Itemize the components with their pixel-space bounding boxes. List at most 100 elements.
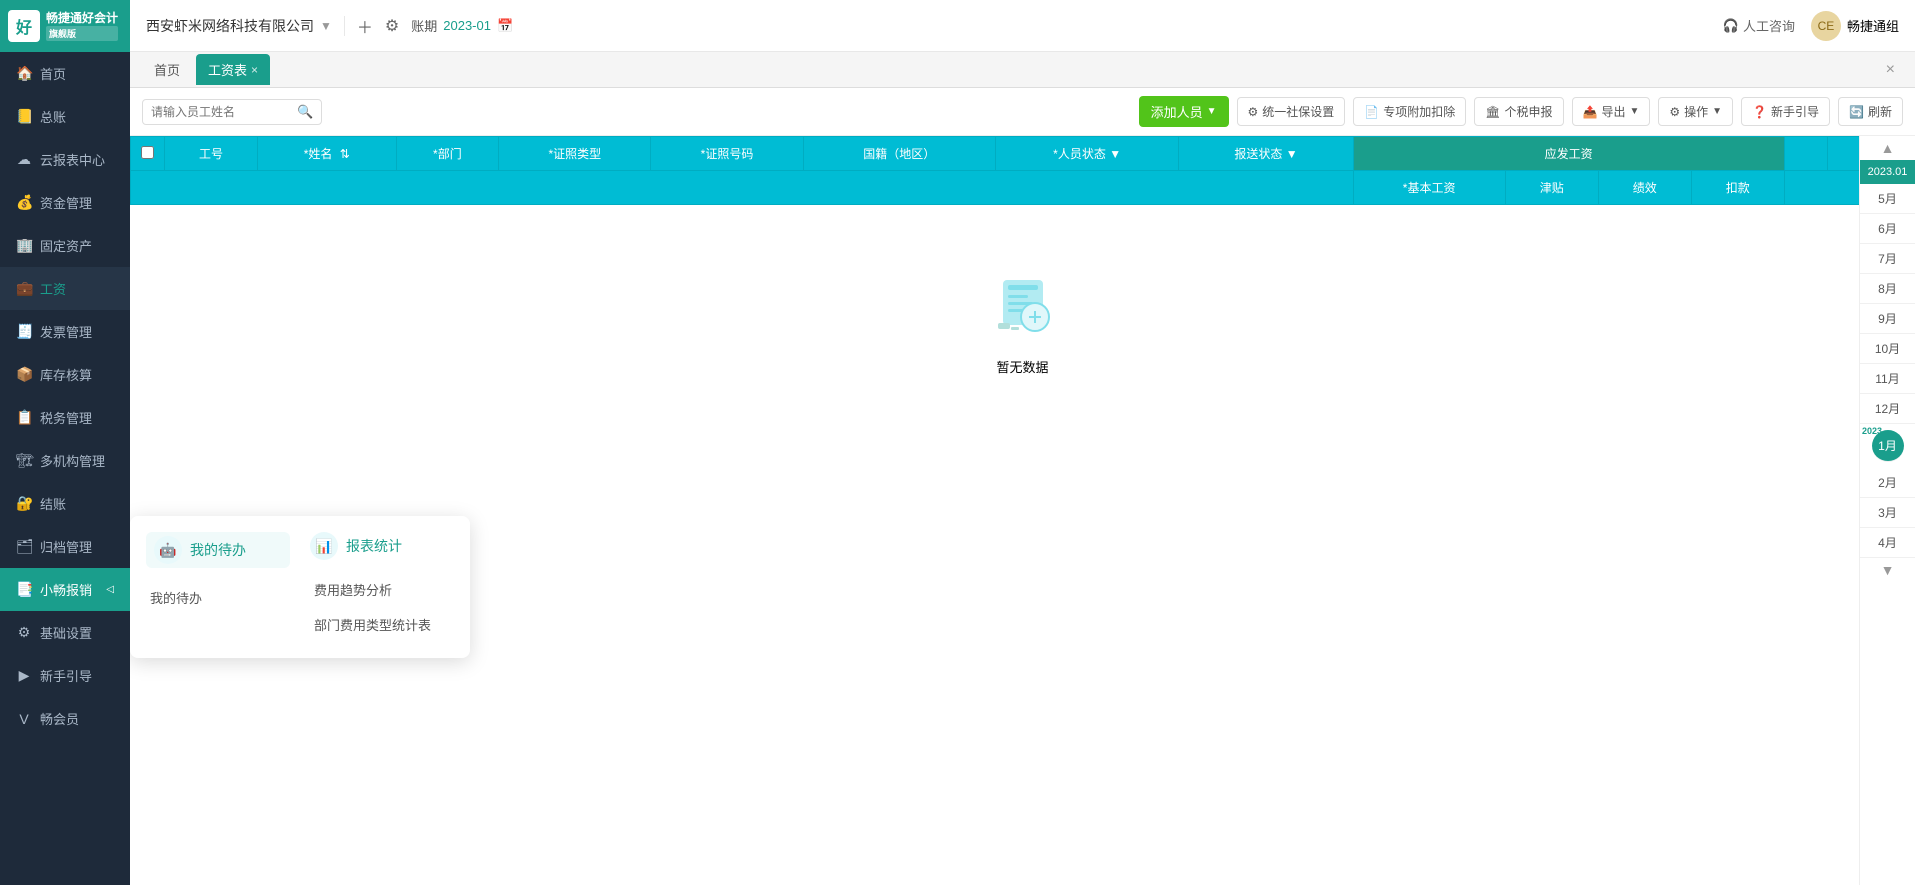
year-label-2023: 2023 — [1862, 426, 1882, 436]
period-value: 2023-01 — [443, 18, 491, 33]
new-guide-button[interactable]: ❓ 新手引导 — [1741, 97, 1830, 126]
special-deduction-button[interactable]: 📄 专项附加扣除 — [1353, 97, 1466, 126]
membership-icon: V — [16, 711, 32, 727]
add-period-icon[interactable]: ＋ — [357, 14, 373, 38]
filter-status-icon[interactable]: ▼ — [1109, 147, 1121, 161]
logo-icon: 好 — [8, 10, 40, 42]
sidebar-item-closing[interactable]: 🔐 结账 — [0, 482, 130, 525]
period-label: 账期 — [411, 16, 437, 35]
tab-salary-table[interactable]: 工资表 × — [196, 54, 270, 85]
company-chevron-icon: ▼ — [320, 19, 332, 33]
sidebar-item-new-guide[interactable]: ▶ 新手引导 — [0, 654, 130, 697]
service-button[interactable]: 🎧 人工咨询 — [1723, 16, 1795, 35]
search-icon[interactable]: 🔍 — [297, 104, 313, 120]
operation-button[interactable]: ⚙ 操作 ▼ — [1658, 97, 1733, 126]
export-chevron-icon: ▼ — [1629, 106, 1639, 117]
calendar-icon[interactable]: 📅 — [497, 18, 513, 34]
invoice-icon: 🧾 — [16, 323, 32, 340]
sidebar-item-xiao-chang[interactable]: 📑 小畅报销 ◁ — [0, 568, 130, 611]
month-item-11[interactable]: 11月 — [1860, 364, 1915, 394]
add-employee-button[interactable]: 添加人员 ▼ — [1139, 96, 1229, 127]
sub-col-allowance: 津贴 — [1505, 171, 1598, 205]
dropdown-item-dept-expense[interactable]: 部门费用类型统计表 — [310, 607, 454, 642]
content-area: 🔍 添加人员 ▼ ⚙ 统一社保设置 📄 专项附加扣除 🏛 个税申报 — [130, 88, 1915, 885]
sidebar-item-home[interactable]: 🏠 首页 — [0, 52, 130, 95]
search-box[interactable]: 🔍 — [142, 99, 322, 125]
export-button[interactable]: 📤 导出 ▼ — [1572, 97, 1651, 126]
sidebar-nav: 🏠 首页 📒 总账 ☁ 云报表中心 💰 资金管理 🏢 固定资产 💼 工资 🧾 发… — [0, 52, 130, 885]
dropdown-menu: 🤖 我的待办 我的待办 📊 报表统计 费用趋势分析 — [130, 516, 470, 658]
sidebar-item-multi-org[interactable]: 🏗 多机构管理 — [0, 439, 130, 482]
new-guide-icon: ❓ — [1752, 105, 1767, 119]
sidebar-item-salary[interactable]: 💼 工资 — [0, 267, 130, 310]
filter-report-icon[interactable]: ▼ — [1286, 147, 1298, 161]
month-item-3[interactable]: 3月 — [1860, 498, 1915, 528]
search-input[interactable] — [151, 105, 291, 119]
col-report-status: 报送状态 ▼ — [1179, 137, 1353, 171]
user-menu[interactable]: CE 畅捷通组 — [1811, 11, 1899, 41]
tax-declaration-icon: 🏛 — [1485, 105, 1500, 119]
tax-icon: 📋 — [16, 409, 32, 426]
company-selector[interactable]: 西安虾米网络科技有限公司 ▼ — [146, 16, 332, 36]
sort-name-icon[interactable]: ⇅ — [340, 147, 350, 161]
main-area: 西安虾米网络科技有限公司 ▼ ＋ ⚙ 账期 2023-01 📅 🎧 人工咨询 C… — [130, 0, 1915, 885]
month-item-7[interactable]: 7月 — [1860, 244, 1915, 274]
user-name: 畅捷通组 — [1847, 16, 1899, 35]
sidebar-item-fund[interactable]: 💰 资金管理 — [0, 181, 130, 224]
window-close-button[interactable]: × — [1878, 61, 1903, 79]
sidebar-logo: 好 畅捷通好会计 旗舰版 — [0, 0, 130, 52]
table-checkbox-header[interactable] — [131, 137, 165, 171]
month-item-9[interactable]: 9月 — [1860, 304, 1915, 334]
closing-icon: 🔐 — [16, 495, 32, 512]
month-item-5[interactable]: 5月 — [1860, 184, 1915, 214]
expense-icon: 📑 — [16, 581, 32, 598]
table-container: 工号 *姓名 ⇅ *部门 *证照类型 *证照号码 — [130, 136, 1915, 885]
topbar-right: 🎧 人工咨询 CE 畅捷通组 — [1723, 11, 1899, 41]
pending-header-icon: 🤖 — [154, 536, 182, 564]
sidebar-item-ledger[interactable]: 📒 总账 — [0, 95, 130, 138]
month-item-12[interactable]: 12月 — [1860, 394, 1915, 424]
sidebar-item-fixed-assets[interactable]: 🏢 固定资产 — [0, 224, 130, 267]
special-deduction-icon: 📄 — [1364, 105, 1379, 119]
home-icon: 🏠 — [16, 65, 32, 82]
col-salary-group: 应发工资 — [1353, 137, 1784, 171]
company-name: 西安虾米网络科技有限公司 — [146, 16, 314, 36]
col-id-no: *证照号码 — [651, 137, 803, 171]
month-nav-down[interactable]: ▼ — [1860, 558, 1915, 582]
col-emp-no: 工号 — [165, 137, 258, 171]
month-item-4[interactable]: 4月 — [1860, 528, 1915, 558]
col-nationality: 国籍（地区） — [803, 137, 995, 171]
month-item-2[interactable]: 2月 — [1860, 468, 1915, 498]
headset-icon: 🎧 — [1723, 18, 1739, 34]
month-item-10[interactable]: 10月 — [1860, 334, 1915, 364]
fund-icon: 💰 — [16, 194, 32, 211]
sidebar-item-membership[interactable]: V 畅会员 — [0, 697, 130, 740]
toolbar: 🔍 添加人员 ▼ ⚙ 统一社保设置 📄 专项附加扣除 🏛 个税申报 — [130, 88, 1915, 136]
logo-text: 畅捷通好会计 — [46, 11, 118, 27]
month-item-6[interactable]: 6月 — [1860, 214, 1915, 244]
tab-home[interactable]: 首页 — [142, 54, 192, 85]
tab-close-icon[interactable]: × — [251, 63, 258, 77]
dropdown-item-my-pending[interactable]: 我的待办 — [146, 580, 290, 615]
collapse-icon: ◁ — [106, 584, 114, 595]
month-item-8[interactable]: 8月 — [1860, 274, 1915, 304]
settings-period-icon[interactable]: ⚙ — [385, 16, 399, 36]
dropdown-header-pending: 🤖 我的待办 — [146, 532, 290, 568]
sidebar-item-inventory[interactable]: 📦 库存核算 — [0, 353, 130, 396]
multi-org-icon: 🏗 — [16, 452, 32, 469]
select-all-checkbox[interactable] — [141, 146, 154, 159]
refresh-button[interactable]: 🔄 刷新 — [1838, 97, 1903, 126]
col-dept: *部门 — [396, 137, 499, 171]
dropdown-item-expense-trend[interactable]: 费用趋势分析 — [310, 572, 454, 607]
sub-col-deduction: 扣款 — [1691, 171, 1784, 205]
cloud-icon: ☁ — [16, 151, 32, 168]
sidebar-item-invoice[interactable]: 🧾 发票管理 — [0, 310, 130, 353]
sidebar-item-tax[interactable]: 📋 税务管理 — [0, 396, 130, 439]
sidebar-item-basic-settings[interactable]: ⚙ 基础设置 — [0, 611, 130, 654]
tax-declaration-button[interactable]: 🏛 个税申报 — [1474, 97, 1563, 126]
topbar-period: 账期 2023-01 📅 — [411, 16, 513, 35]
month-nav-up[interactable]: ▲ — [1860, 136, 1915, 160]
sidebar-item-archive[interactable]: 🗂 归档管理 — [0, 525, 130, 568]
social-security-button[interactable]: ⚙ 统一社保设置 — [1237, 97, 1346, 126]
sidebar-item-cloud-report[interactable]: ☁ 云报表中心 — [0, 138, 130, 181]
